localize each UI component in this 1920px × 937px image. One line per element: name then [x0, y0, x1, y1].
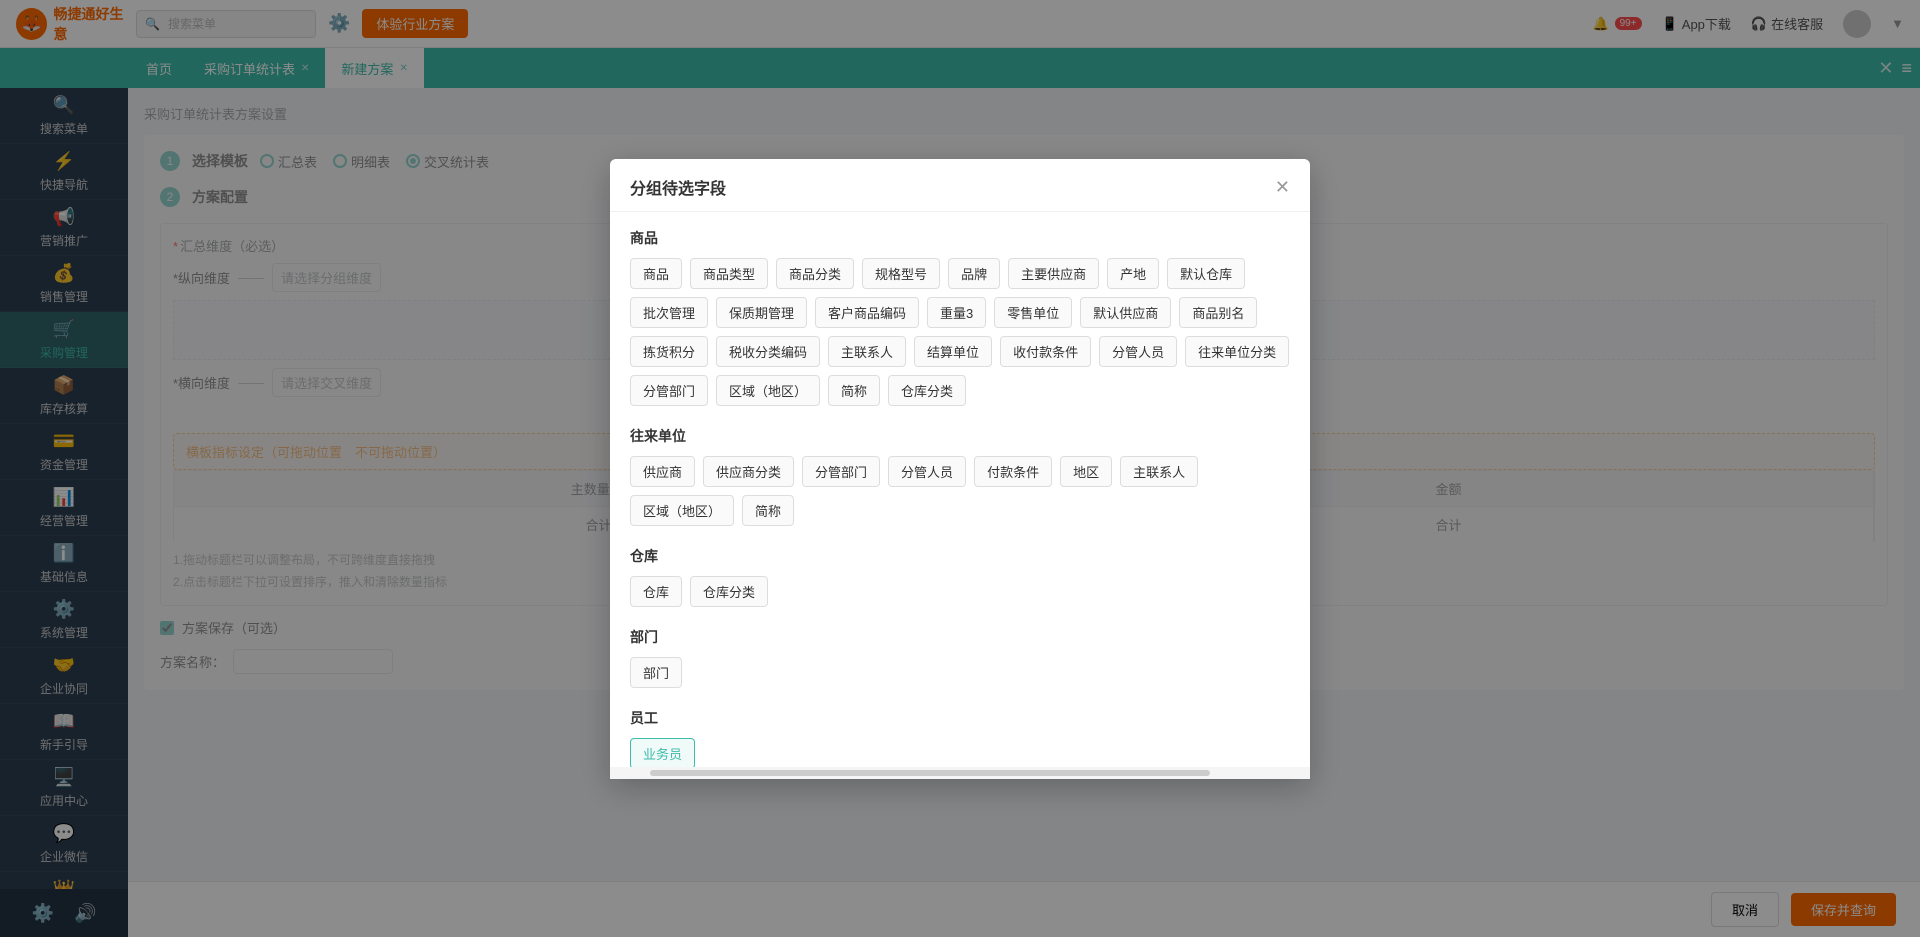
- overlay: 分组待选字段 ✕ 商品 商品 商品类型 商品分类 规格型号 品牌 主要供应商 产…: [0, 0, 1920, 937]
- modal-close-btn[interactable]: ✕: [1275, 178, 1290, 196]
- field-tag[interactable]: 拣货积分: [630, 336, 708, 367]
- section-dept-title: 部门: [630, 627, 1290, 647]
- scroll-thumb[interactable]: [650, 770, 1210, 776]
- field-tag[interactable]: 简称: [828, 375, 880, 406]
- field-tag[interactable]: 商品分类: [776, 258, 854, 289]
- field-tag[interactable]: 商品: [630, 258, 682, 289]
- field-tag[interactable]: 区域（地区）: [630, 495, 734, 526]
- field-tag[interactable]: 供应商: [630, 456, 695, 487]
- field-tag[interactable]: 区域（地区）: [716, 375, 820, 406]
- section-dept: 部门 部门: [630, 627, 1290, 688]
- field-tag[interactable]: 付款条件: [974, 456, 1052, 487]
- field-tag[interactable]: 默认供应商: [1080, 297, 1171, 328]
- field-grid-warehouse: 仓库 仓库分类: [630, 576, 1290, 607]
- field-tag[interactable]: 主联系人: [1120, 456, 1198, 487]
- field-tag[interactable]: 保质期管理: [716, 297, 807, 328]
- field-tag[interactable]: 默认仓库: [1167, 258, 1245, 289]
- field-tag[interactable]: 商品别名: [1179, 297, 1257, 328]
- field-tag[interactable]: 品牌: [948, 258, 1000, 289]
- field-tag[interactable]: 分管部门: [802, 456, 880, 487]
- field-tag[interactable]: 主联系人: [828, 336, 906, 367]
- field-grid-dept: 部门: [630, 657, 1290, 688]
- field-tag[interactable]: 客户商品编码: [815, 297, 919, 328]
- section-staff: 员工 业务员: [630, 708, 1290, 767]
- field-tag[interactable]: 批次管理: [630, 297, 708, 328]
- field-tag[interactable]: 零售单位: [994, 297, 1072, 328]
- field-tag[interactable]: 分管人员: [888, 456, 966, 487]
- field-tag[interactable]: 规格型号: [862, 258, 940, 289]
- field-grid-staff: 业务员: [630, 738, 1290, 767]
- field-tag[interactable]: 仓库分类: [888, 375, 966, 406]
- field-tag[interactable]: 仓库: [630, 576, 682, 607]
- modal: 分组待选字段 ✕ 商品 商品 商品类型 商品分类 规格型号 品牌 主要供应商 产…: [610, 159, 1310, 779]
- field-tag[interactable]: 仓库分类: [690, 576, 768, 607]
- field-tag[interactable]: 主要供应商: [1008, 258, 1099, 289]
- field-grid-partner: 供应商 供应商分类 分管部门 分管人员 付款条件 地区 主联系人 区域（地区） …: [630, 456, 1290, 526]
- field-tag[interactable]: 收付款条件: [1000, 336, 1091, 367]
- section-product: 商品 商品 商品类型 商品分类 规格型号 品牌 主要供应商 产地 默认仓库 批次…: [630, 228, 1290, 406]
- section-partner-title: 往来单位: [630, 426, 1290, 446]
- section-warehouse: 仓库 仓库 仓库分类: [630, 546, 1290, 607]
- field-tag[interactable]: 分管人员: [1099, 336, 1177, 367]
- field-tag[interactable]: 部门: [630, 657, 682, 688]
- field-tag[interactable]: 商品类型: [690, 258, 768, 289]
- section-staff-title: 员工: [630, 708, 1290, 728]
- field-tag[interactable]: 地区: [1060, 456, 1112, 487]
- field-tag[interactable]: 分管部门: [630, 375, 708, 406]
- section-product-title: 商品: [630, 228, 1290, 248]
- field-tag[interactable]: 供应商分类: [703, 456, 794, 487]
- field-tag[interactable]: 简称: [742, 495, 794, 526]
- field-tag[interactable]: 重量3: [927, 297, 986, 328]
- modal-body: 商品 商品 商品类型 商品分类 规格型号 品牌 主要供应商 产地 默认仓库 批次…: [610, 212, 1310, 767]
- section-warehouse-title: 仓库: [630, 546, 1290, 566]
- modal-header: 分组待选字段 ✕: [610, 159, 1310, 212]
- horizontal-scrollbar[interactable]: [610, 767, 1310, 779]
- field-tag-salesperson[interactable]: 业务员: [630, 738, 695, 767]
- modal-title: 分组待选字段: [630, 175, 726, 199]
- section-partner: 往来单位 供应商 供应商分类 分管部门 分管人员 付款条件 地区 主联系人 区域…: [630, 426, 1290, 526]
- field-tag[interactable]: 结算单位: [914, 336, 992, 367]
- field-grid-product: 商品 商品类型 商品分类 规格型号 品牌 主要供应商 产地 默认仓库 批次管理 …: [630, 258, 1290, 406]
- field-tag[interactable]: 往来单位分类: [1185, 336, 1289, 367]
- field-tag[interactable]: 税收分类编码: [716, 336, 820, 367]
- modal-scroll-area: [610, 767, 1310, 779]
- field-tag[interactable]: 产地: [1107, 258, 1159, 289]
